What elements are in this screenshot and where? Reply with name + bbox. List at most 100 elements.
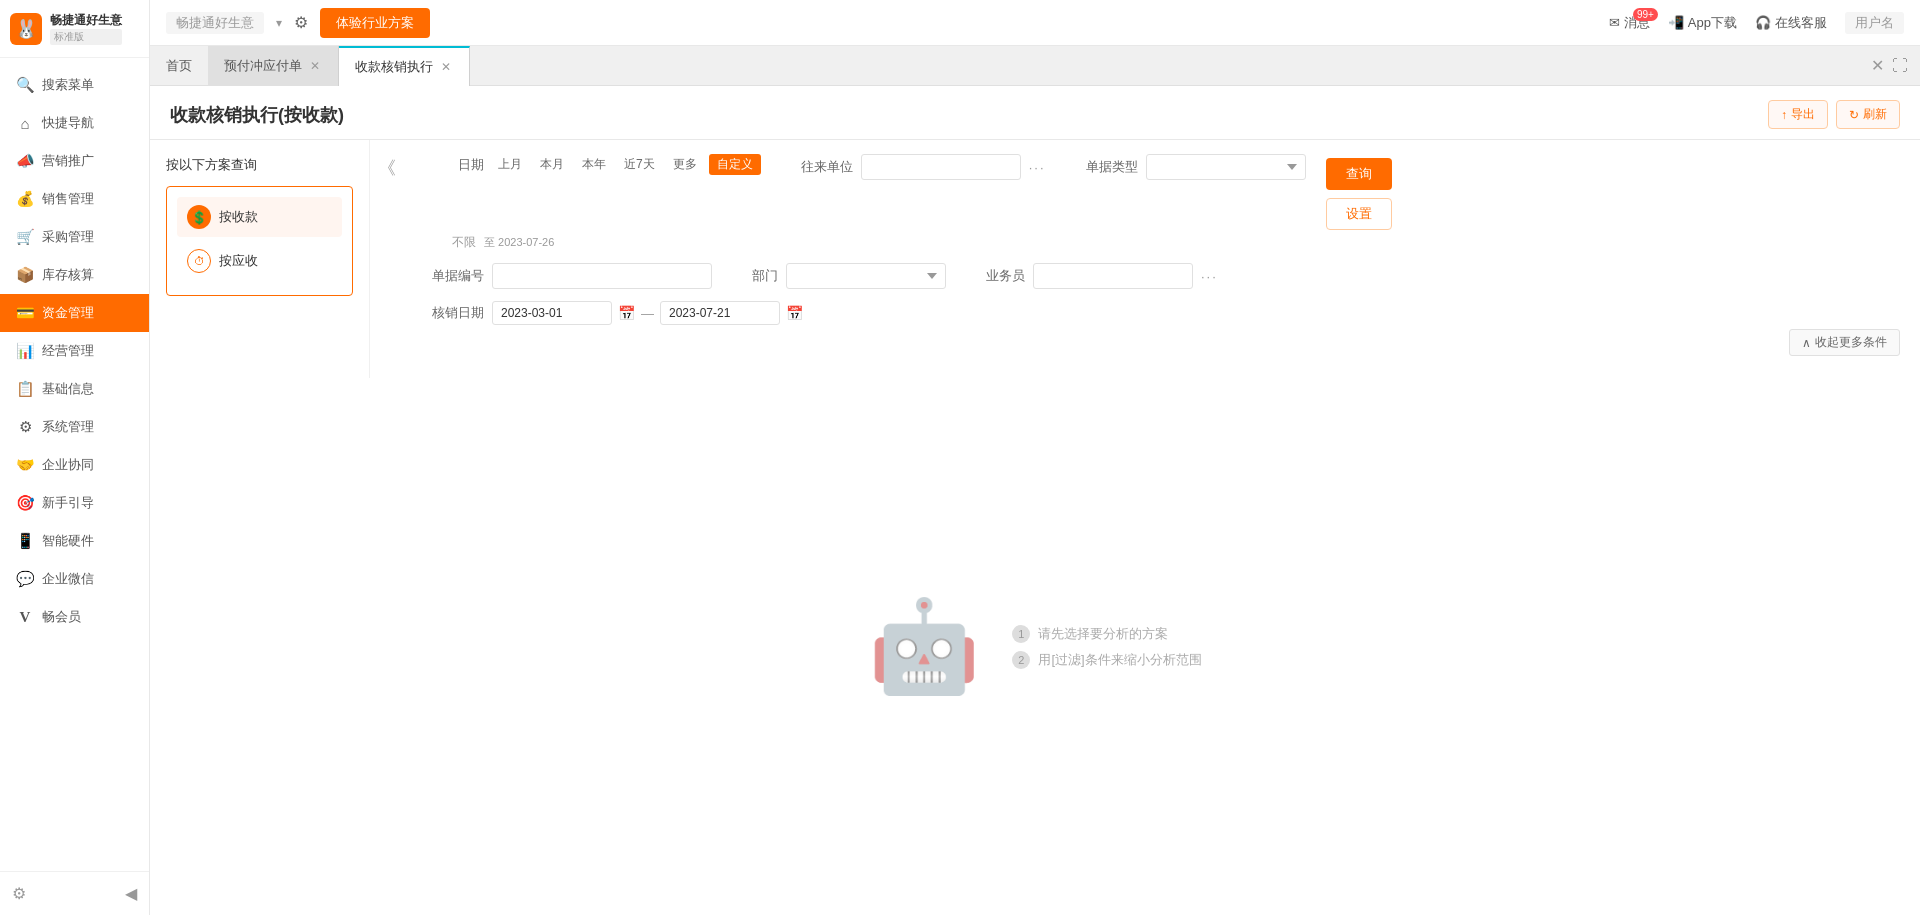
sidebar-item-wechat[interactable]: 💬 企业微信 <box>0 560 149 598</box>
finance-icon: 💳 <box>16 304 34 322</box>
content-area: 收款核销执行(按收款) ↑ 导出 ↻ 刷新 按以下方案查询 <box>150 86 1920 915</box>
sidebar-bottom: ⚙ ◀ <box>0 871 149 915</box>
staff-more-icon[interactable]: ··· <box>1201 269 1218 284</box>
collapse-more-button[interactable]: ∧ 收起更多条件 <box>1789 329 1900 356</box>
sidebar-item-purchase[interactable]: 🛒 采购管理 <box>0 218 149 256</box>
sidebar-item-system[interactable]: ⚙ 系统管理 <box>0 408 149 446</box>
filter-actions: 查询 设置 <box>1326 154 1392 230</box>
topbar: 畅捷通好生意 ▾ ⚙ 体验行业方案 ✉ 消息 99+ 📲 App下载 🎧 在线客… <box>150 0 1920 46</box>
app-icon: 📲 <box>1668 15 1684 30</box>
megaphone-icon: 📣 <box>16 152 34 170</box>
topbar-user: 用户名 <box>1845 12 1904 34</box>
home-icon: ⌂ <box>16 115 34 132</box>
staff-label: 业务员 <box>986 267 1025 285</box>
tab-expand-icon[interactable]: ⛶ <box>1892 57 1908 75</box>
sidebar-item-operations[interactable]: 📊 经营管理 <box>0 332 149 370</box>
topbar-gear-icon[interactable]: ⚙ <box>294 13 308 32</box>
message-badge: 99+ <box>1633 8 1658 21</box>
date-btn-7days[interactable]: 近7天 <box>618 154 661 175</box>
date-no-limit-label: 不限 <box>452 234 476 251</box>
date-range-separator: — <box>641 306 654 321</box>
app-download-button[interactable]: 📲 App下载 <box>1668 14 1737 32</box>
collapse-up-icon: ∧ <box>1802 336 1811 350</box>
list-icon: 📋 <box>16 380 34 398</box>
chart-icon: 📊 <box>16 342 34 360</box>
collapse-sidebar-icon[interactable]: ◀ <box>125 884 137 903</box>
empty-state: 🤖 1 请先选择要分析的方案 2 用 <box>150 378 1920 915</box>
date-btn-this-month[interactable]: 本月 <box>534 154 570 175</box>
date-btn-custom[interactable]: 自定义 <box>709 154 761 175</box>
filter-option-by-receipt[interactable]: 💲 按收款 <box>177 197 342 237</box>
sidebar-item-finance[interactable]: 💳 资金管理 <box>0 294 149 332</box>
filter-area: 按以下方案查询 💲 按收款 ⏱ 按应收 <box>150 140 1920 378</box>
solution-button[interactable]: 体验行业方案 <box>320 8 430 38</box>
tabbar: 首页 预付冲应付单 ✕ 收款核销执行 ✕ ✕ ⛶ <box>150 46 1920 86</box>
export-icon: ↑ <box>1781 108 1787 122</box>
date-shortcuts: 上月 本月 本年 近7天 更多 自定义 <box>492 154 761 175</box>
sidebar-item-corp[interactable]: 🤝 企业协同 <box>0 446 149 484</box>
sidebar-item-member[interactable]: V 畅会员 <box>0 598 149 636</box>
sidebar-item-inventory[interactable]: 📦 库存核算 <box>0 256 149 294</box>
chevron-down-icon[interactable]: ▾ <box>276 16 282 30</box>
date-to-hint: 至 2023-07-26 <box>484 235 554 250</box>
receipt-option-icon: 💲 <box>187 205 211 229</box>
logo-icon: 🐰 <box>10 13 42 45</box>
counterpart-more-icon[interactable]: ··· <box>1029 160 1046 175</box>
date-btn-last-month[interactable]: 上月 <box>492 154 528 175</box>
doc-no-input[interactable] <box>492 263 712 289</box>
sidebar: 🐰 畅捷通好生意 标准版 🔍 搜索菜单 ⌂ 快捷导航 📣 营销推广 💰 销售管理… <box>0 0 150 915</box>
staff-input[interactable] <box>1033 263 1193 289</box>
filter-sidebar: 按以下方案查询 💲 按收款 ⏱ 按应收 <box>150 140 370 378</box>
tab-close-all-icon[interactable]: ✕ <box>1871 56 1884 75</box>
cart-icon: 🛒 <box>16 228 34 246</box>
phone-icon: 📱 <box>16 532 34 550</box>
refresh-button[interactable]: ↻ 刷新 <box>1836 100 1900 129</box>
message-button[interactable]: ✉ 消息 99+ <box>1609 14 1650 32</box>
doc-type-select[interactable] <box>1146 154 1306 180</box>
filter-options-box: 💲 按收款 ⏱ 按应收 <box>166 186 353 296</box>
page-header: 收款核销执行(按收款) ↑ 导出 ↻ 刷新 <box>150 86 1920 140</box>
sidebar-item-search[interactable]: 🔍 搜索菜单 <box>0 66 149 104</box>
filter-sidebar-collapse-btn[interactable]: 《 <box>370 140 404 378</box>
export-button[interactable]: ↑ 导出 <box>1768 100 1828 129</box>
query-button[interactable]: 查询 <box>1326 158 1392 190</box>
empty-tip-1: 1 请先选择要分析的方案 <box>1012 625 1201 643</box>
tab-home[interactable]: 首页 <box>150 46 208 86</box>
dept-select[interactable] <box>786 263 946 289</box>
collapse-more-row: ∧ 收起更多条件 <box>424 325 1900 364</box>
tab-receipt-writeoff-close[interactable]: ✕ <box>439 58 453 76</box>
service-button[interactable]: 🎧 在线客服 <box>1755 14 1827 32</box>
sidebar-item-sales[interactable]: 💰 销售管理 <box>0 180 149 218</box>
topbar-right: ✉ 消息 99+ 📲 App下载 🎧 在线客服 用户名 <box>1609 12 1904 34</box>
tab-receipt-writeoff[interactable]: 收款核销执行 ✕ <box>339 46 470 86</box>
writeoff-start-input[interactable] <box>492 301 612 325</box>
handshake-icon: 🤝 <box>16 456 34 474</box>
sidebar-item-quicknav[interactable]: ⌂ 快捷导航 <box>0 104 149 142</box>
writeoff-start-cal-icon[interactable]: 📅 <box>618 305 635 321</box>
filter-option-by-receivable[interactable]: ⏱ 按应收 <box>177 241 342 281</box>
sidebar-item-hardware[interactable]: 📱 智能硬件 <box>0 522 149 560</box>
main-area: 畅捷通好生意 ▾ ⚙ 体验行业方案 ✉ 消息 99+ 📲 App下载 🎧 在线客… <box>150 0 1920 915</box>
settings-bottom-icon[interactable]: ⚙ <box>12 884 26 903</box>
date-btn-this-year[interactable]: 本年 <box>576 154 612 175</box>
date-btn-more[interactable]: 更多 <box>667 154 703 175</box>
sidebar-item-marketing[interactable]: 📣 营销推广 <box>0 142 149 180</box>
writeoff-date-range: 📅 — 📅 <box>492 301 803 325</box>
tip-num-2: 2 <box>1012 651 1030 669</box>
sidebar-nav: 🔍 搜索菜单 ⌂ 快捷导航 📣 营销推广 💰 销售管理 🛒 采购管理 📦 库存核… <box>0 58 149 871</box>
sales-icon: 💰 <box>16 190 34 208</box>
gear-icon: ⚙ <box>16 418 34 436</box>
counterpart-input[interactable] <box>861 154 1021 180</box>
tab-prepay[interactable]: 预付冲应付单 ✕ <box>208 46 339 86</box>
empty-illustration: 🤖 <box>868 594 980 699</box>
refresh-icon: ↻ <box>1849 108 1859 122</box>
settings-button[interactable]: 设置 <box>1326 198 1392 230</box>
tab-prepay-close[interactable]: ✕ <box>308 57 322 75</box>
member-icon: V <box>16 609 34 626</box>
writeoff-end-input[interactable] <box>660 301 780 325</box>
writeoff-date-label: 核销日期 <box>424 304 484 322</box>
writeoff-end-cal-icon[interactable]: 📅 <box>786 305 803 321</box>
sidebar-item-basic[interactable]: 📋 基础信息 <box>0 370 149 408</box>
sidebar-item-guide[interactable]: 🎯 新手引导 <box>0 484 149 522</box>
logo-text: 畅捷通好生意 标准版 <box>50 12 122 45</box>
